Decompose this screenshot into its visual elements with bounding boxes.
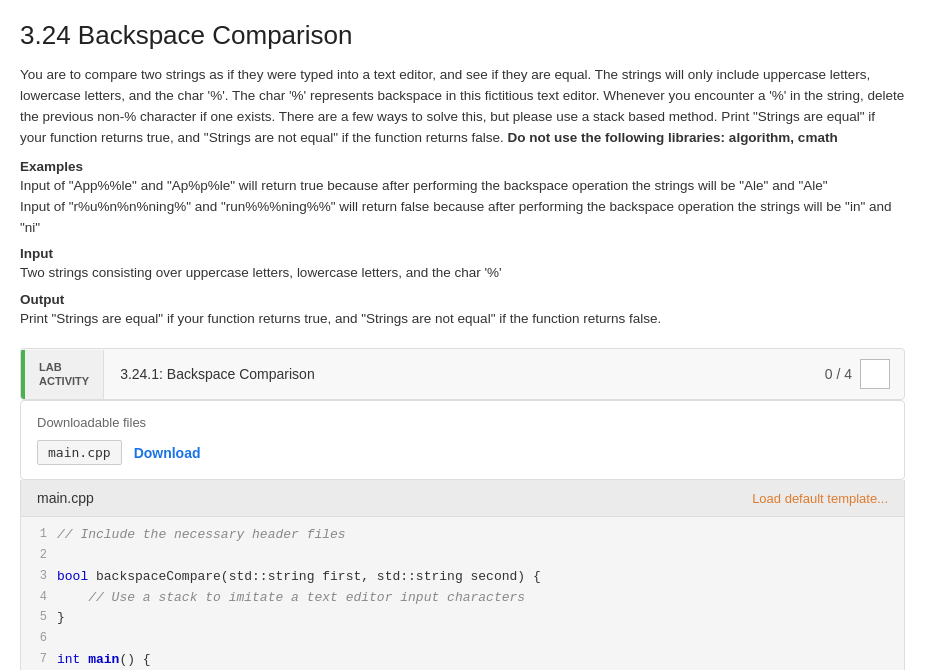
download-link[interactable]: Download bbox=[134, 445, 201, 461]
examples-label: Examples bbox=[20, 159, 905, 174]
line-content: int main() { bbox=[57, 650, 904, 670]
code-line: 1 // Include the necessary header files bbox=[21, 525, 904, 546]
code-filename: main.cpp bbox=[37, 490, 94, 506]
code-line: 2 bbox=[21, 546, 904, 567]
line-content bbox=[57, 546, 904, 567]
line-content: bool backspaceCompare(std::string first,… bbox=[57, 567, 904, 588]
input-text: Two strings consisting over uppercase le… bbox=[20, 263, 905, 284]
bold-libraries: Do not use the following libraries: algo… bbox=[508, 130, 838, 145]
lab-label-line1: LAB bbox=[39, 360, 89, 374]
code-line: 6 bbox=[21, 629, 904, 650]
output-label: Output bbox=[20, 292, 905, 307]
line-content bbox=[57, 629, 904, 650]
line-num: 2 bbox=[21, 546, 57, 567]
file-name-box: main.cpp bbox=[37, 440, 122, 465]
code-line: 5 } bbox=[21, 608, 904, 629]
score-box bbox=[860, 359, 890, 389]
file-item: main.cpp Download bbox=[37, 440, 888, 465]
code-section: main.cpp Load default template... 1 // I… bbox=[20, 480, 905, 670]
input-label: Input bbox=[20, 246, 905, 261]
lab-activity-title: 3.24.1: Backspace Comparison bbox=[104, 356, 811, 392]
description-paragraph: You are to compare two strings as if the… bbox=[20, 65, 905, 149]
example1-text: Input of "App%%le" and "Ap%p%le" will re… bbox=[20, 176, 905, 197]
example2-text: Input of "r%u%n%n%ning%" and "run%%%ning… bbox=[20, 197, 905, 239]
code-line: 4 // Use a stack to imitate a text edito… bbox=[21, 588, 904, 609]
line-content: // Include the necessary header files bbox=[57, 525, 904, 546]
line-content: // Use a stack to imitate a text editor … bbox=[57, 588, 904, 609]
line-num: 5 bbox=[21, 608, 57, 629]
lab-label-line2: ACTIVITY bbox=[39, 374, 89, 388]
line-num: 3 bbox=[21, 567, 57, 588]
lab-activity-bar: LAB ACTIVITY 3.24.1: Backspace Compariso… bbox=[20, 348, 905, 400]
downloadable-section: Downloadable files main.cpp Download bbox=[20, 400, 905, 480]
line-num: 7 bbox=[21, 650, 57, 670]
lab-activity-score: 0 / 4 bbox=[811, 349, 904, 399]
line-content: } bbox=[57, 608, 904, 629]
downloadable-label: Downloadable files bbox=[37, 415, 888, 430]
code-editor-area[interactable]: 1 // Include the necessary header files … bbox=[21, 517, 904, 670]
page-title: 3.24 Backspace Comparison bbox=[20, 20, 905, 51]
score-value: 0 / 4 bbox=[825, 366, 852, 382]
code-header: main.cpp Load default template... bbox=[21, 480, 904, 517]
code-line: 3 bool backspaceCompare(std::string firs… bbox=[21, 567, 904, 588]
lab-activity-label: LAB ACTIVITY bbox=[21, 350, 104, 399]
line-num: 1 bbox=[21, 525, 57, 546]
line-num: 6 bbox=[21, 629, 57, 650]
line-num: 4 bbox=[21, 588, 57, 609]
code-line: 7 int main() { bbox=[21, 650, 904, 670]
output-text: Print "Strings are equal" if your functi… bbox=[20, 309, 905, 330]
load-template-link[interactable]: Load default template... bbox=[752, 491, 888, 506]
